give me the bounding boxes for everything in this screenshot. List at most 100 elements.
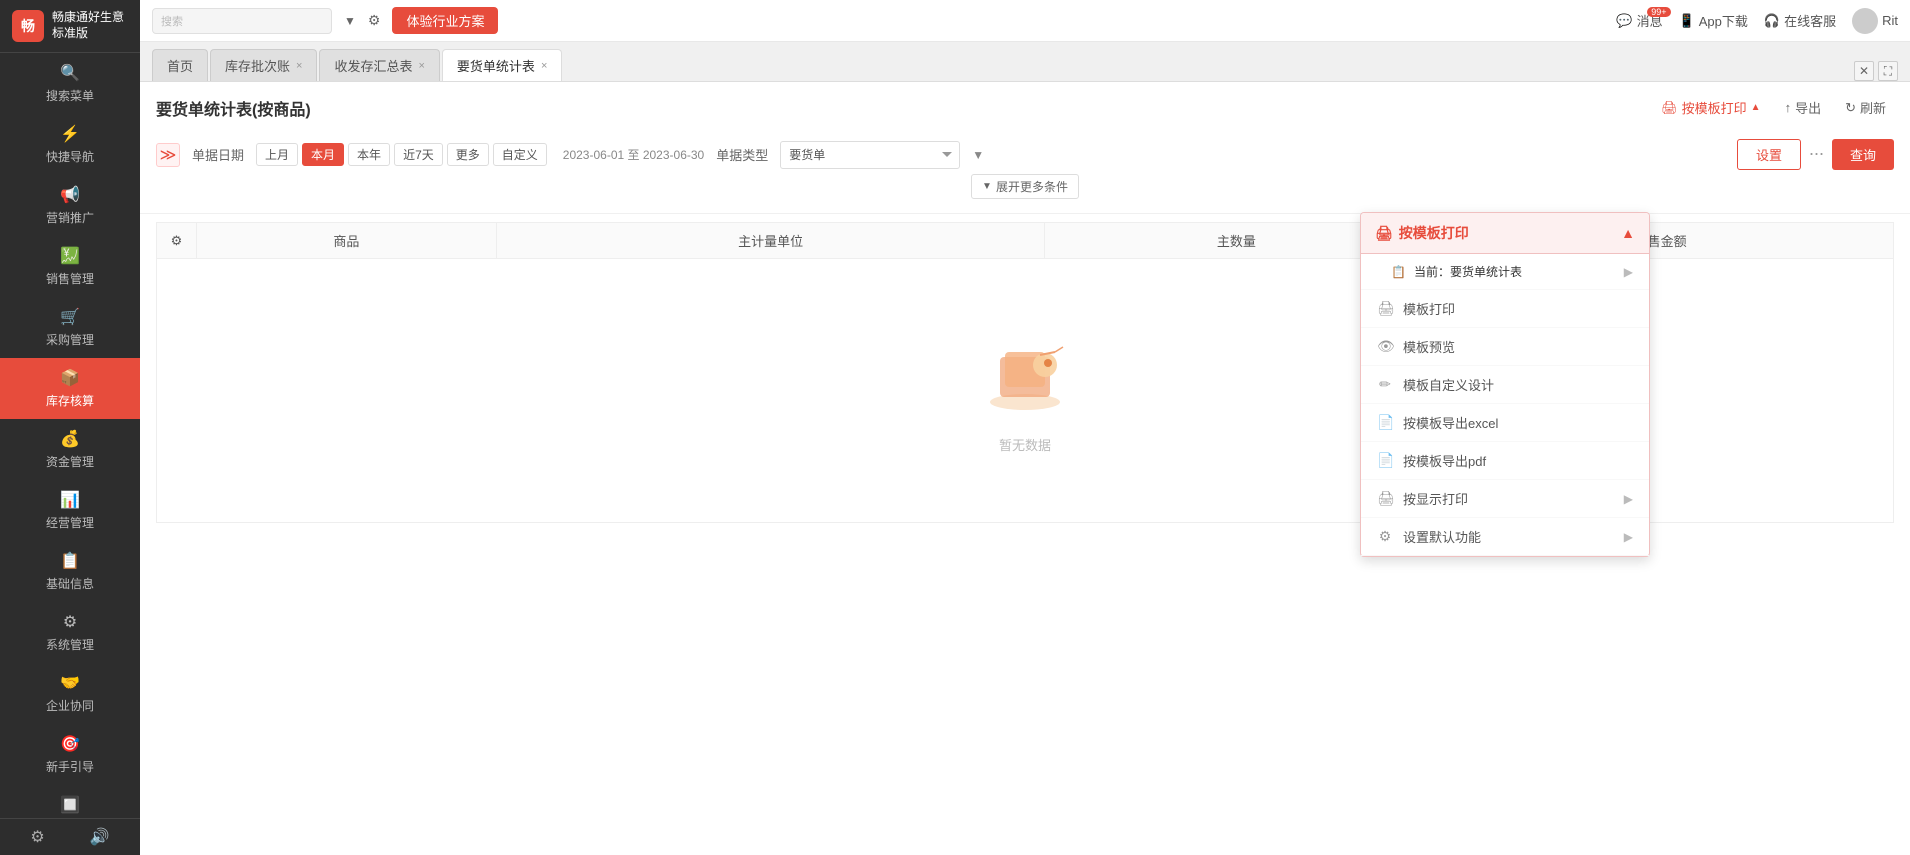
sidebar-icon-system: ⚙ — [63, 612, 77, 632]
col-header-settings: ⚙ — [157, 223, 197, 259]
sidebar-item-operation[interactable]: 📊经营管理 — [0, 480, 140, 541]
settings-btn[interactable]: 设置 — [1737, 139, 1801, 170]
dropdown-item-export-pdf[interactable]: 📄按模板导出pdf — [1361, 442, 1649, 480]
print-header-icon: 🖨 — [1375, 225, 1393, 242]
date-btn-last-7-days[interactable]: 近7天 — [394, 143, 443, 166]
trial-button[interactable]: 体验行业方案 — [392, 7, 498, 34]
close-window-btn[interactable]: ✕ — [1854, 61, 1874, 81]
sidebar-item-sales[interactable]: 💹销售管理 — [0, 236, 140, 297]
date-btn-this-month[interactable]: 本月 — [302, 143, 344, 166]
sidebar-icon-quick-nav: ⚡ — [60, 124, 80, 144]
sidebar-icon-sales: 💹 — [60, 246, 80, 266]
sidebar-item-marketing[interactable]: 📢 营销推广 — [0, 175, 140, 236]
dropdown-icon-template-preview: 👁 — [1377, 338, 1393, 355]
dropdown-label-template-print: 模板打印 — [1403, 299, 1455, 318]
page-content: 要货单统计表(按商品) 🖨 按模板打印 ▲ ↑ 导出 ↻ 刷新 — [140, 82, 1910, 855]
expand-filter-icon[interactable]: ≫ — [156, 143, 180, 167]
sidebar-icon-search: 🔍 — [60, 63, 80, 83]
online-service-btn[interactable]: 🎧 在线客服 — [1764, 11, 1836, 30]
topbar: 搜索 ▼ ⚙ 体验行业方案 💬 消息 99+ 📱 App下载 🎧 在线客服 Ri… — [140, 0, 1910, 42]
query-btn[interactable]: 查询 — [1832, 139, 1894, 170]
dropdown-label-export-excel: 按模板导出excel — [1403, 413, 1498, 432]
sidebar-item-inventory[interactable]: 📦库存核算 — [0, 358, 140, 419]
dropdown-title: 🖨 按模板打印 — [1375, 223, 1469, 243]
order-extra: ▼ — [972, 148, 984, 162]
tab-close-batch-account[interactable]: × — [296, 60, 302, 72]
sidebar-label-marketing: 营销推广 — [46, 209, 94, 226]
sub-chevron-set-default: ▶ — [1624, 530, 1633, 544]
tab-batch-account[interactable]: 库存批次账 × — [210, 49, 317, 81]
current-icon: 📋 — [1391, 265, 1406, 279]
dropdown-icon-export-pdf: 📄 — [1377, 452, 1393, 469]
print-icon: 🖨 — [1661, 100, 1678, 116]
user-avatar[interactable]: Rit — [1852, 8, 1898, 34]
print-template-btn[interactable]: 🖨 按模板打印 ▲ — [1653, 94, 1768, 121]
sidebar-nav: 🔍搜索菜单 ⚡ 快捷导航 📢 营销推广 💹销售管理🛒采购管理📦库存核算💰资金管理📊经营管理… — [0, 53, 140, 818]
export-icon: ↑ — [1785, 100, 1792, 115]
sidebar-item-basic[interactable]: 📋基础信息 — [0, 541, 140, 602]
dropdown-current-item[interactable]: 📋 当前：要货单统计表 ▶ — [1361, 254, 1649, 290]
service-icon: 🎧 — [1764, 13, 1780, 29]
settings-icon[interactable]: ⚙ — [30, 827, 44, 847]
sidebar-item-purchase[interactable]: 🛒采购管理 — [0, 297, 140, 358]
chevron-up-icon: ▲ — [1751, 102, 1761, 113]
dropdown-item-template-design[interactable]: ✏模板自定义设计 — [1361, 366, 1649, 404]
tab-close-order-summary[interactable]: × — [541, 60, 547, 72]
sub-icon-set-default: ⚙ — [1377, 528, 1393, 545]
date-btn-more[interactable]: 更多 — [447, 143, 489, 166]
tabbar: 首页库存批次账 ×收发存汇总表 ×要货单统计表 × ✕ ⛶ — [140, 42, 1910, 82]
sidebar-icon-purchase: 🛒 — [60, 307, 80, 327]
sidebar-item-system[interactable]: ⚙系统管理 — [0, 602, 140, 663]
sidebar-item-finance[interactable]: 💰资金管理 — [0, 419, 140, 480]
export-btn[interactable]: ↑ 导出 — [1777, 94, 1830, 121]
tab-order-summary[interactable]: 要货单统计表 × — [442, 49, 562, 81]
action-buttons: 🖨 按模板打印 ▲ ↑ 导出 ↻ 刷新 — [1653, 94, 1894, 121]
dropdown-sub-display-print[interactable]: 🖨按显示打印▶ — [1361, 480, 1649, 518]
sidebar-icon-guide: 🎯 — [60, 734, 80, 754]
current-template-label: 当前：要货单统计表 — [1414, 263, 1522, 280]
dropdown-icon-export-excel: 📄 — [1377, 414, 1393, 431]
filter-row-1: ≫ 单据日期 上月本月本年近7天更多自定义 2023-06-01 至 2023-… — [156, 139, 1894, 170]
sidebar-item-guide[interactable]: 🎯新手引导 — [0, 724, 140, 785]
topbar-gear-icon[interactable]: ⚙ — [368, 12, 381, 29]
sidebar-item-search[interactable]: 🔍搜索菜单 — [0, 53, 140, 114]
tab-collect-summary[interactable]: 收发存汇总表 × — [319, 49, 439, 81]
refresh-btn[interactable]: ↻ 刷新 — [1837, 94, 1894, 121]
page-title: 要货单统计表(按商品) — [156, 96, 311, 120]
dropdown-item-template-print[interactable]: 🖨模板打印 — [1361, 290, 1649, 328]
dropdown-item-template-preview[interactable]: 👁模板预览 — [1361, 328, 1649, 366]
sidebar-item-quick-nav[interactable]: ⚡ 快捷导航 — [0, 114, 140, 175]
dropdown-sub-set-default[interactable]: ⚙设置默认功能▶ — [1361, 518, 1649, 556]
main-content: 搜索 ▼ ⚙ 体验行业方案 💬 消息 99+ 📱 App下载 🎧 在线客服 Ri… — [140, 0, 1910, 855]
sidebar-label-quick-nav: 快捷导航 — [46, 148, 94, 165]
tab-home[interactable]: 首页 — [152, 49, 208, 81]
expand-more-btn[interactable]: ▼ 展开更多条件 — [971, 174, 1079, 199]
filter-bar: ≫ 单据日期 上月本月本年近7天更多自定义 2023-06-01 至 2023-… — [140, 129, 1910, 214]
sidebar: 畅 畅康通好生意 标准版 🔍搜索菜单⚡快捷导航📢营销推广💹销售管理🛒采购管理📦库… — [0, 0, 140, 855]
audio-icon[interactable]: 🔊 — [90, 827, 110, 847]
sidebar-icon-operation: 📊 — [60, 490, 80, 510]
sidebar-icon-appstore: 🔲 — [60, 795, 80, 815]
order-type-label: 单据类型 — [716, 145, 768, 164]
dropdown-item-export-excel[interactable]: 📄 按模板导出excel — [1361, 404, 1649, 442]
tab-label-order-summary: 要货单统计表 — [457, 56, 535, 75]
topbar-dropdown-arrow[interactable]: ▼ — [344, 14, 356, 28]
sidebar-icon-marketing: 📢 — [60, 185, 80, 205]
tab-close-collect-summary[interactable]: × — [418, 60, 424, 72]
empty-illustration — [975, 327, 1075, 427]
order-type-select[interactable]: 要货单 — [780, 141, 960, 169]
topbar-right: 💬 消息 99+ 📱 App下载 🎧 在线客服 Rit — [1616, 8, 1898, 34]
date-btn-prev-month[interactable]: 上月 — [256, 143, 298, 166]
date-btn-this-year[interactable]: 本年 — [348, 143, 390, 166]
date-btn-custom[interactable]: 自定义 — [493, 143, 547, 166]
dropdown-close-icon[interactable]: ▲ — [1621, 225, 1635, 241]
expand-window-btn[interactable]: ⛶ — [1878, 61, 1898, 81]
messages-btn[interactable]: 💬 消息 99+ — [1616, 11, 1662, 30]
sidebar-item-collab[interactable]: 🤝企业协同 — [0, 663, 140, 724]
sidebar-icon-collab: 🤝 — [60, 673, 80, 693]
tab-label-home: 首页 — [167, 56, 193, 75]
col-header-product: 商品 — [197, 223, 497, 259]
more-btn[interactable]: ... — [1809, 139, 1824, 170]
app-download-btn[interactable]: 📱 App下载 — [1679, 11, 1748, 30]
sidebar-item-appstore[interactable]: 🔲应用中心 — [0, 785, 140, 818]
